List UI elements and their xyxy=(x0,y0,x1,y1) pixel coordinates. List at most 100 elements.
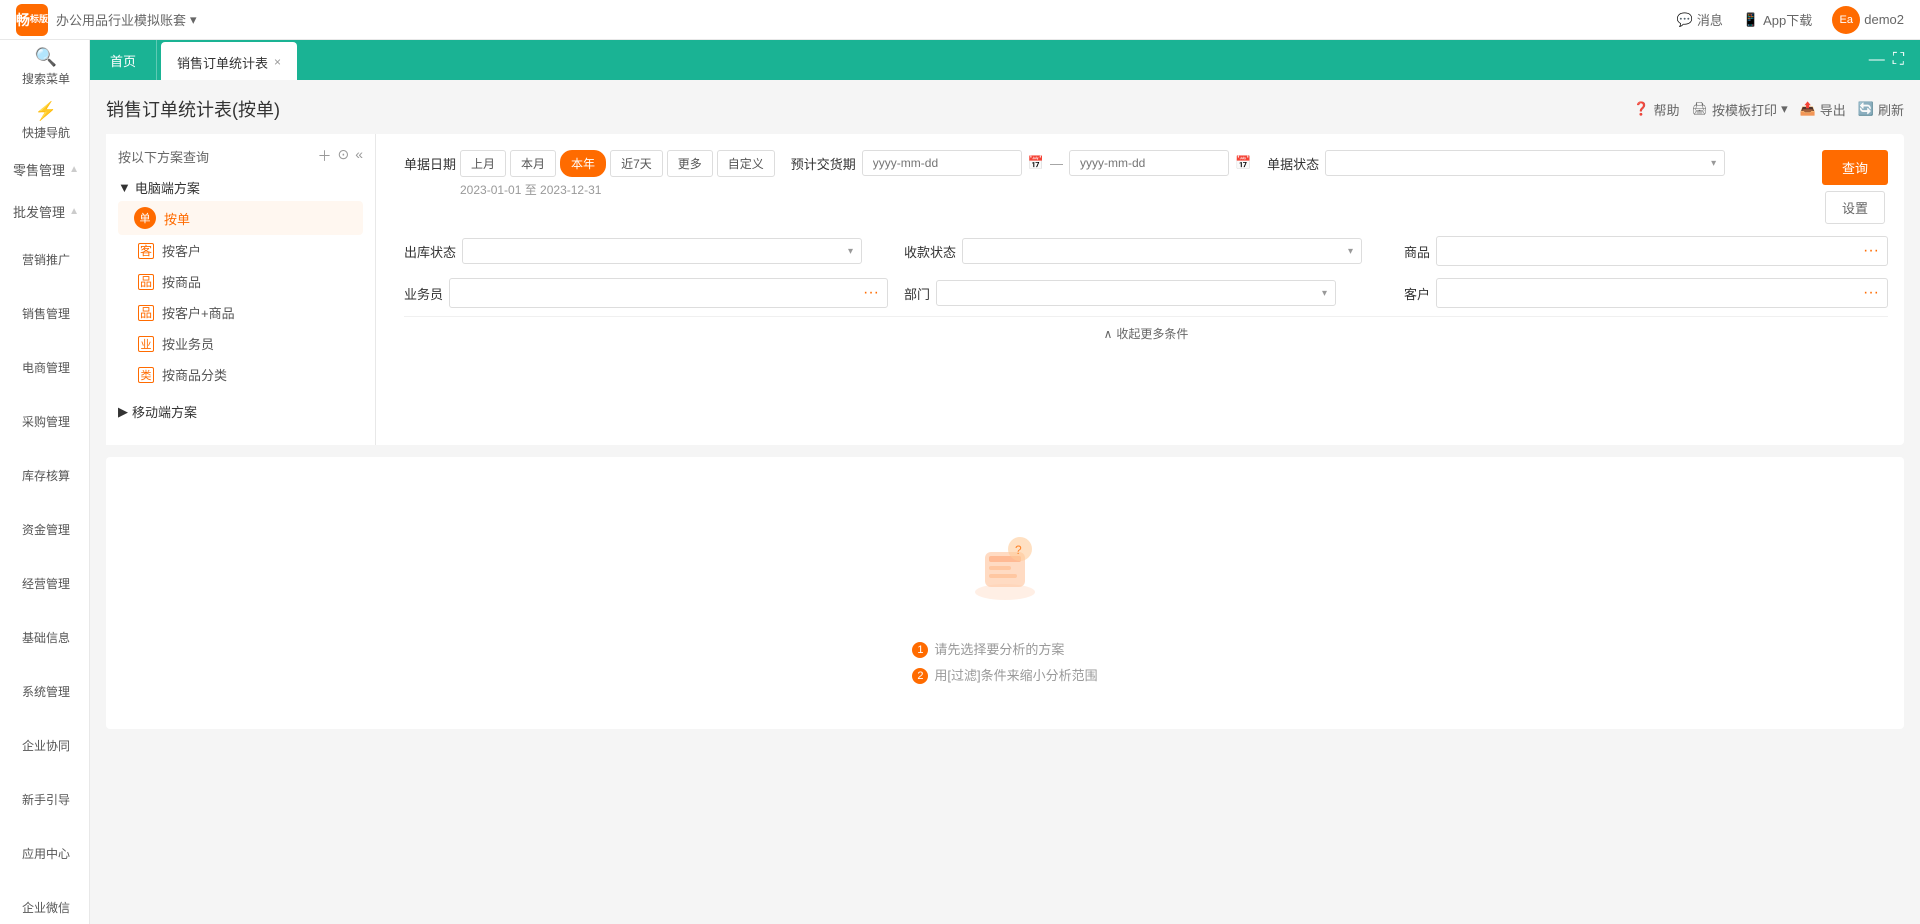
add-scheme-icon[interactable]: ＋ xyxy=(317,146,331,166)
sidebar-item-ecommerce[interactable]: 电商管理 xyxy=(0,340,89,394)
sidebar-item-enterprise[interactable]: 企业协同 xyxy=(0,718,89,772)
logo: 畅 标版 xyxy=(16,4,48,36)
sidebar-item-newbie[interactable]: 新手引导 xyxy=(0,772,89,826)
top-bar-right: 💬 消息 📱 App下载 Ea demo2 xyxy=(1677,6,1904,34)
help-button[interactable]: ❓ 帮助 xyxy=(1633,100,1679,119)
sidebar-item-system[interactable]: 系统管理 xyxy=(0,664,89,718)
order-status-group: 单据状态 ▾ xyxy=(1267,150,1806,176)
dept-select[interactable] xyxy=(937,281,1335,305)
avatar: Ea xyxy=(1832,6,1860,34)
nav-icon: ⚡ xyxy=(35,101,57,122)
scheme-item-by-customer[interactable]: 客 按客户 xyxy=(118,235,363,266)
collect-status-select[interactable] xyxy=(963,239,1361,263)
scheme-group-mobile-title[interactable]: ▶ 移动端方案 xyxy=(118,398,363,425)
window-maximize-icon[interactable]: ⛶ xyxy=(1893,51,1904,69)
query-button[interactable]: 查询 xyxy=(1822,150,1888,185)
window-minimize-icon[interactable]: — xyxy=(1869,51,1885,69)
sidebar-item-basic[interactable]: 基础信息 xyxy=(0,610,89,664)
scheme-header-actions: ＋ ⊙ « xyxy=(317,146,363,166)
settings-scheme-icon[interactable]: ⊙ xyxy=(337,146,349,166)
salesperson-input-wrap[interactable]: ··· xyxy=(449,278,888,308)
tab-home[interactable]: 首页 xyxy=(90,40,157,80)
export-button[interactable]: 📤 导出 xyxy=(1800,100,1846,119)
scheme-item-by-order[interactable]: 单 按单 xyxy=(118,201,363,235)
collect-status-select-wrap: ▾ xyxy=(962,238,1362,264)
tab-close-icon[interactable]: × xyxy=(274,55,281,69)
customer-more-icon[interactable]: ··· xyxy=(1863,284,1879,302)
date-btn-last-month[interactable]: 上月 xyxy=(460,150,506,177)
product-more-icon[interactable]: ··· xyxy=(1863,242,1879,260)
scheme-item-by-product[interactable]: 品 按商品 xyxy=(118,266,363,297)
print-icon: 🖨 xyxy=(1692,101,1709,117)
customer-label: 客户 xyxy=(1404,284,1430,303)
sidebar-quick-nav[interactable]: ⚡ 快捷导航 xyxy=(0,94,89,148)
customer-input-wrap[interactable]: ··· xyxy=(1436,278,1888,308)
sidebar-item-retail[interactable]: 零售管理 ▲ xyxy=(0,148,89,190)
date-range-display: 2023-01-01 至 2023-12-31 xyxy=(404,181,775,198)
setting-button[interactable]: 设置 xyxy=(1825,191,1885,224)
scheme-header: 按以下方案查询 ＋ ⊙ « xyxy=(118,146,363,166)
user-menu[interactable]: Ea demo2 xyxy=(1832,6,1904,34)
expected-date-group: 预计交货期 📅 — 📅 xyxy=(791,150,1251,176)
date-btn-custom[interactable]: 自定义 xyxy=(717,150,775,177)
page-inner: 销售订单统计表(按单) ❓ 帮助 🖨 按模板打印 ▾ xyxy=(90,80,1920,745)
sidebar-item-operation[interactable]: 经营管理 xyxy=(0,556,89,610)
date-btn-this-year[interactable]: 本年 xyxy=(560,150,606,177)
empty-tips: 1 请先选择要分析的方案 2 用[过滤]条件来缩小分析范围 xyxy=(912,637,1097,689)
tab-bar: 首页 销售订单统计表 × — ⛶ xyxy=(90,40,1920,80)
salesperson-label: 业务员 xyxy=(404,284,443,303)
expected-date-to-input[interactable] xyxy=(1069,150,1229,176)
collapse-row[interactable]: ∧ 收起更多条件 xyxy=(404,316,1888,342)
sidebar-item-appcenter[interactable]: 应用中心 xyxy=(0,826,89,880)
tab-bar-right: — ⛶ xyxy=(1869,51,1920,69)
top-bar-left: 畅 标版 办公用品行业模拟账套 ▾ xyxy=(16,4,197,36)
sidebar-item-inventory[interactable]: 库存核算 xyxy=(0,448,89,502)
order-status-select[interactable] xyxy=(1326,151,1724,175)
print-button[interactable]: 🖨 按模板打印 ▾ xyxy=(1692,100,1788,119)
scheme-square-icon: 客 xyxy=(138,243,154,259)
product-input-wrap[interactable]: ··· xyxy=(1436,236,1888,266)
app-download-button[interactable]: 📱 App下载 xyxy=(1743,10,1812,29)
scheme-group-desktop-title[interactable]: ▼ 电脑端方案 xyxy=(118,174,363,201)
sidebar-label-sales: 销售管理 xyxy=(22,305,70,322)
date-btn-more[interactable]: 更多 xyxy=(667,150,713,177)
ship-status-label: 出库状态 xyxy=(404,242,456,261)
ship-status-select[interactable] xyxy=(463,239,861,263)
filter-row-2: 出库状态 ▾ xyxy=(404,236,1888,266)
empty-state: ? 1 请先选择要分析的方案 2 用[过滤]条件来缩小分析范围 xyxy=(106,457,1904,729)
scheme-item-by-category[interactable]: 类 按商品分类 xyxy=(118,359,363,390)
search-icon: 🔍 xyxy=(35,47,57,68)
collapse-scheme-icon[interactable]: « xyxy=(355,146,363,166)
sidebar-item-wholesale[interactable]: 批发管理 ▲ xyxy=(0,190,89,232)
sidebar-label-appcenter: 应用中心 xyxy=(22,845,70,862)
expected-date-from-input[interactable] xyxy=(862,150,1022,176)
calendar-to-icon[interactable]: 📅 xyxy=(1235,155,1251,171)
date-btn-7days[interactable]: 近7天 xyxy=(610,150,663,177)
date-filter-label: 单据日期 xyxy=(404,154,456,173)
chevron-up-icon: ▲ xyxy=(69,206,79,217)
sidebar-item-marketing[interactable]: 营销推广 xyxy=(0,232,89,286)
date-btn-this-month[interactable]: 本月 xyxy=(510,150,556,177)
app-select[interactable]: 办公用品行业模拟账套 ▾ xyxy=(56,10,197,29)
sidebar-item-sales[interactable]: 销售管理 xyxy=(0,286,89,340)
sidebar-item-purchase[interactable]: 采购管理 xyxy=(0,394,89,448)
export-icon: 📤 xyxy=(1800,101,1816,117)
message-button[interactable]: 💬 消息 xyxy=(1677,10,1723,29)
sidebar-search[interactable]: 🔍 搜索菜单 xyxy=(0,40,89,94)
help-icon: ❓ xyxy=(1633,101,1649,117)
sidebar-item-wechat[interactable]: 企业微信 xyxy=(0,880,89,924)
filter-right-area: 单据日期 上月 本月 本年 近7天 更多 自定义 20 xyxy=(388,134,1904,445)
order-status-label: 单据状态 xyxy=(1267,154,1319,173)
scheme-table-icon: 类 xyxy=(138,367,154,383)
salesperson-more-icon[interactable]: ··· xyxy=(863,284,879,302)
date-filter-group: 单据日期 上月 本月 本年 近7天 更多 自定义 20 xyxy=(404,150,775,198)
right-content: 首页 销售订单统计表 × — ⛶ 销售订单统计表(按单) xyxy=(90,40,1920,924)
order-status-select-wrap: ▾ xyxy=(1325,150,1725,176)
scheme-item-by-customer-product[interactable]: 品 按客户+商品 xyxy=(118,297,363,328)
calendar-from-icon[interactable]: 📅 xyxy=(1028,155,1044,171)
scheme-item-by-salesperson[interactable]: 业 按业务员 xyxy=(118,328,363,359)
scheme-bar-icon: 业 xyxy=(138,336,154,352)
refresh-button[interactable]: 🔄 刷新 xyxy=(1858,100,1904,119)
sidebar-item-finance[interactable]: 资金管理 xyxy=(0,502,89,556)
tab-sales-stats[interactable]: 销售订单统计表 × xyxy=(161,42,297,82)
